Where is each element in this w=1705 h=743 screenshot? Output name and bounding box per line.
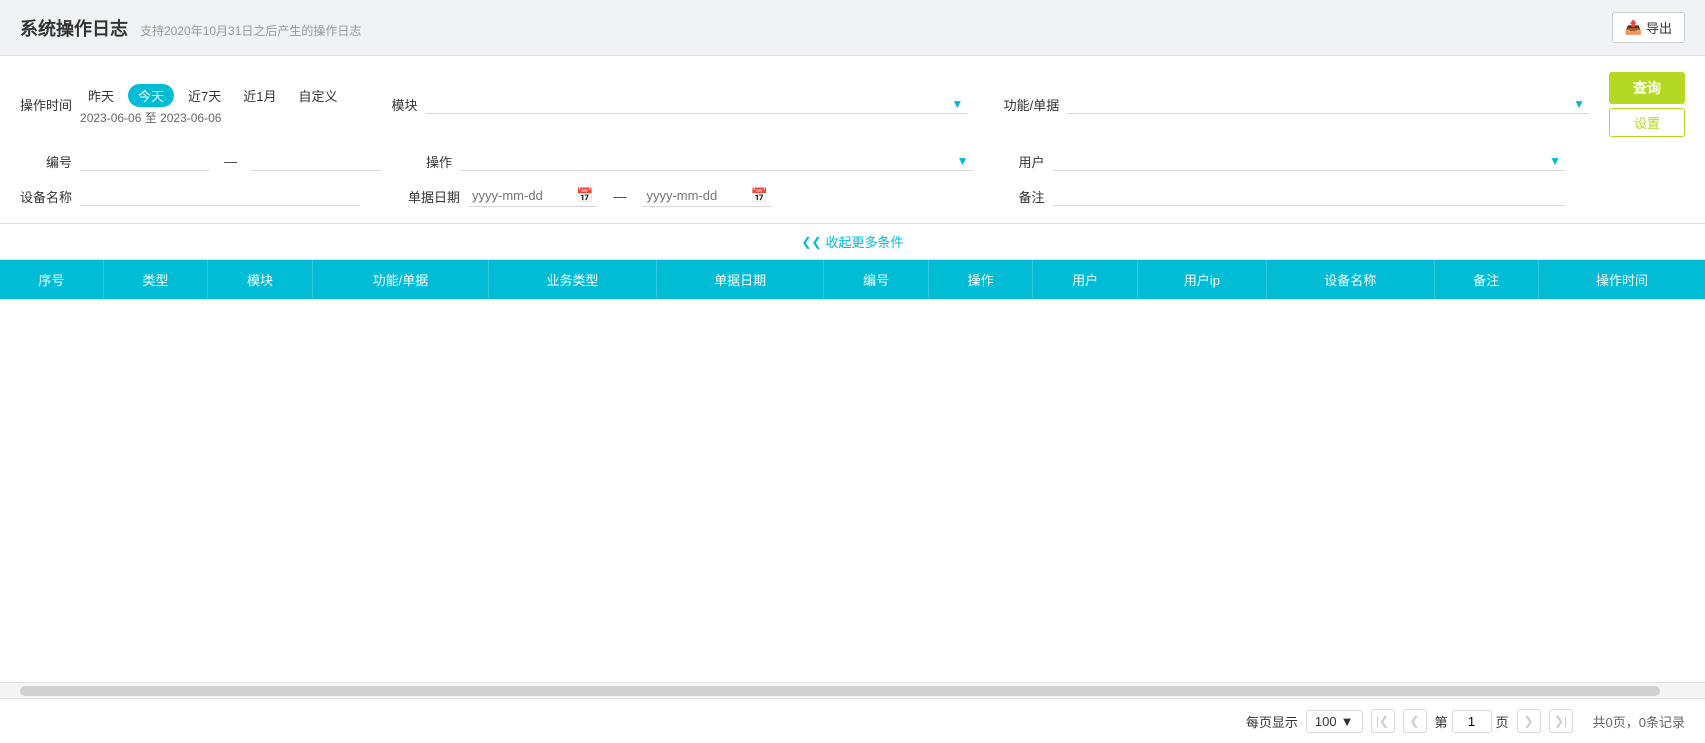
query-button[interactable]: 查询 <box>1609 72 1685 104</box>
header-left: 系统操作日志 支持2020年10月31日之后产生的操作日志 <box>20 15 361 41</box>
voucher-date-start-input[interactable] <box>472 188 572 203</box>
col-user: 用户 <box>1033 260 1137 299</box>
col-device-name: 设备名称 <box>1266 260 1434 299</box>
voucher-date-label: 单据日期 <box>400 187 460 206</box>
total-info: 共0页，0条记录 <box>1593 712 1685 731</box>
per-page-select[interactable]: 100 ▼ <box>1306 710 1363 733</box>
operation-filter: 操作 ▼ <box>400 152 973 171</box>
export-label: 导出 <box>1646 18 1672 37</box>
number-divider: — <box>224 154 237 169</box>
last-page-btn[interactable]: ❯| <box>1549 709 1573 733</box>
page-info: 第 页 <box>1435 710 1509 733</box>
scroll-thumb[interactable] <box>20 686 1660 696</box>
col-biz-type: 业务类型 <box>489 260 657 299</box>
per-page-chevron-icon: ▼ <box>1341 714 1354 729</box>
page-subtitle: 支持2020年10月31日之后产生的操作日志 <box>140 22 361 39</box>
user-select[interactable]: ▼ <box>1053 152 1566 171</box>
per-page-label: 每页显示 <box>1246 712 1298 731</box>
col-type: 类型 <box>103 260 207 299</box>
first-page-btn[interactable]: |❮ <box>1371 709 1395 733</box>
function-filter: 功能/单据 ▼ <box>987 95 1589 114</box>
number-start-input[interactable] <box>80 151 210 171</box>
module-label: 模块 <box>366 95 418 114</box>
filter-row-2: 编号 — 操作 ▼ 用户 ▼ <box>20 151 1685 171</box>
operation-time-label: 操作时间 <box>20 95 72 114</box>
user-chevron-icon: ▼ <box>1549 154 1561 168</box>
collapse-label: 收起更多条件 <box>826 232 904 251</box>
remark-label: 备注 <box>993 187 1045 206</box>
collapse-bar[interactable]: ❮❮ 收起更多条件 <box>0 224 1705 260</box>
operation-label: 操作 <box>400 152 452 171</box>
next-page-btn[interactable]: ❯ <box>1517 709 1541 733</box>
col-remark: 备注 <box>1434 260 1538 299</box>
function-chevron-icon: ▼ <box>1573 97 1585 111</box>
page-unit: 页 <box>1496 712 1509 731</box>
operation-time-filter: 操作时间 昨天 今天 近7天 近1月 自定义 2023-06-06 至 2023… <box>20 84 346 126</box>
page-container: 系统操作日志 支持2020年10月31日之后产生的操作日志 📤 导出 操作时间 … <box>0 0 1705 743</box>
prev-page-btn[interactable]: ❮ <box>1403 709 1427 733</box>
number-end-input[interactable] <box>251 151 381 171</box>
col-number: 编号 <box>824 260 928 299</box>
voucher-date-end-input[interactable] <box>646 188 746 203</box>
page-label: 第 <box>1435 712 1448 731</box>
filter-row-1: 操作时间 昨天 今天 近7天 近1月 自定义 2023-06-06 至 2023… <box>20 72 1685 137</box>
module-chevron-icon: ▼ <box>951 97 963 111</box>
remark-filter: 备注 <box>993 186 1566 206</box>
col-seq: 序号 <box>0 260 103 299</box>
calendar-start-icon[interactable]: 📅 <box>576 187 593 204</box>
pagination: 每页显示 100 ▼ |❮ ❮ 第 页 ❯ ❯| 共0页，0条记录 <box>0 698 1705 743</box>
user-label: 用户 <box>993 152 1045 171</box>
last7days-btn[interactable]: 近7天 <box>180 84 229 107</box>
col-module: 模块 <box>208 260 312 299</box>
per-page-value: 100 <box>1315 714 1337 729</box>
col-operation: 操作 <box>928 260 1032 299</box>
col-operation-time: 操作时间 <box>1539 260 1705 299</box>
yesterday-btn[interactable]: 昨天 <box>80 84 122 107</box>
device-input[interactable] <box>80 186 360 206</box>
col-voucher-date: 单据日期 <box>656 260 824 299</box>
page-header: 系统操作日志 支持2020年10月31日之后产生的操作日志 📤 导出 <box>0 0 1705 56</box>
action-buttons: 查询 设置 <box>1609 72 1685 137</box>
time-filter-group: 昨天 今天 近7天 近1月 自定义 <box>80 84 346 107</box>
user-filter: 用户 ▼ <box>993 152 1566 171</box>
filter-panel: 操作时间 昨天 今天 近7天 近1月 自定义 2023-06-06 至 2023… <box>0 56 1705 224</box>
function-label: 功能/单据 <box>987 95 1059 114</box>
col-user-ip: 用户ip <box>1137 260 1266 299</box>
filter-row-3: 设备名称 单据日期 📅 — 📅 备注 <box>20 185 1685 207</box>
page-title: 系统操作日志 <box>20 15 128 41</box>
voucher-date-filter: 单据日期 📅 — 📅 <box>400 185 973 207</box>
number-label: 编号 <box>20 152 72 171</box>
voucher-date-end-wrapper: 📅 <box>642 185 771 207</box>
page-input[interactable] <box>1452 710 1492 733</box>
device-filter: 设备名称 <box>20 186 380 206</box>
number-filter: 编号 — <box>20 151 380 171</box>
table-header: 序号 类型 模块 功能/单据 业务类型 单据日期 编号 操作 用户 用户ip 设… <box>0 260 1705 299</box>
module-filter: 模块 ▼ <box>366 95 968 114</box>
custom-btn[interactable]: 自定义 <box>291 84 346 107</box>
last1month-btn[interactable]: 近1月 <box>235 84 284 107</box>
today-btn[interactable]: 今天 <box>128 84 174 107</box>
export-button[interactable]: 📤 导出 <box>1612 12 1685 43</box>
export-icon: 📤 <box>1625 19 1642 36</box>
number-input-group: — <box>80 151 381 171</box>
remark-input[interactable] <box>1053 186 1566 206</box>
function-select[interactable]: ▼ <box>1067 95 1589 114</box>
module-select[interactable]: ▼ <box>426 95 968 114</box>
operation-chevron-icon: ▼ <box>957 154 969 168</box>
voucher-date-divider: — <box>613 189 626 204</box>
table-header-row: 序号 类型 模块 功能/单据 业务类型 单据日期 编号 操作 用户 用户ip 设… <box>0 260 1705 299</box>
operation-select[interactable]: ▼ <box>460 152 973 171</box>
settings-button[interactable]: 设置 <box>1609 108 1685 137</box>
data-table: 序号 类型 模块 功能/单据 业务类型 单据日期 编号 操作 用户 用户ip 设… <box>0 260 1705 299</box>
device-label: 设备名称 <box>20 187 72 206</box>
date-range-text: 2023-06-06 至 2023-06-06 <box>80 109 346 126</box>
voucher-date-start-wrapper: 📅 <box>468 185 597 207</box>
calendar-end-icon[interactable]: 📅 <box>750 187 767 204</box>
horizontal-scrollbar[interactable] <box>0 682 1705 698</box>
empty-state <box>0 299 1705 649</box>
table-container: 序号 类型 模块 功能/单据 业务类型 单据日期 编号 操作 用户 用户ip 设… <box>0 260 1705 682</box>
time-filter-group-wrapper: 昨天 今天 近7天 近1月 自定义 2023-06-06 至 2023-06-0… <box>80 84 346 126</box>
collapse-icon: ❮❮ <box>801 235 821 249</box>
col-function: 功能/单据 <box>312 260 488 299</box>
